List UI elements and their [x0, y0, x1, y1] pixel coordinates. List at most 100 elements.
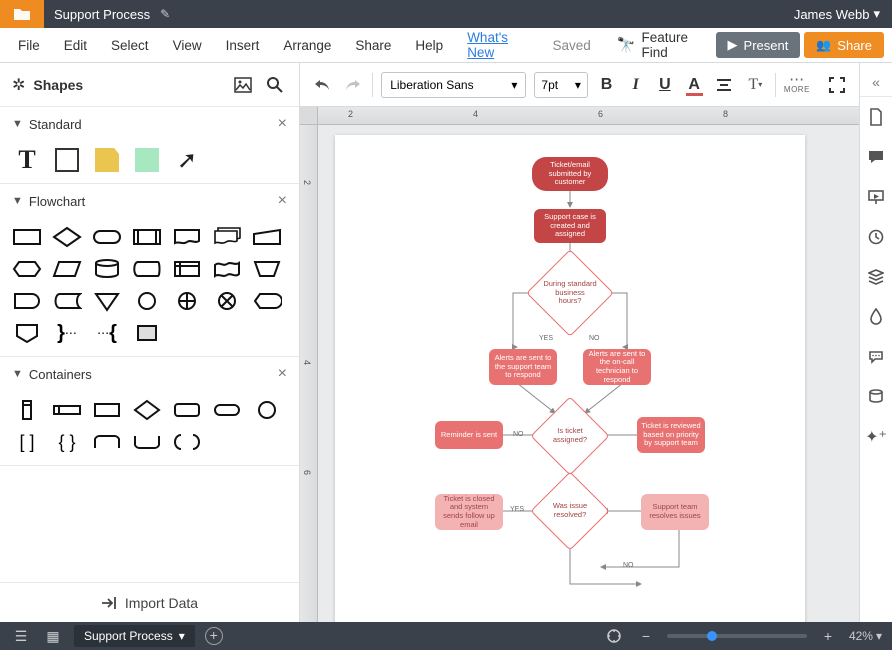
shape-predefined[interactable]: [132, 226, 162, 248]
shape-block[interactable]: [52, 149, 82, 171]
dock-comment-icon[interactable]: [860, 137, 892, 177]
shape-document[interactable]: [172, 226, 202, 248]
shape-container-rounded[interactable]: [172, 399, 202, 421]
outline-view-button[interactable]: ☰: [10, 628, 32, 645]
more-button[interactable]: ⋯MORE: [784, 75, 810, 94]
node-create-case[interactable]: Support case is created and assigned: [534, 209, 606, 243]
node-resolved[interactable]: Was issue resolved?: [542, 483, 598, 539]
menu-file[interactable]: File: [8, 35, 50, 56]
close-icon[interactable]: ×: [278, 115, 287, 133]
shape-brace-pair[interactable]: [ ]: [12, 431, 42, 453]
shape-container-pill[interactable]: [212, 399, 242, 421]
menu-view[interactable]: View: [163, 35, 212, 56]
shape-multidoc[interactable]: [212, 226, 242, 248]
italic-button[interactable]: I: [625, 76, 646, 94]
shape-pill-open-lr[interactable]: [172, 431, 202, 453]
shape-text[interactable]: T: [12, 149, 42, 171]
collapse-dock-button[interactable]: «: [860, 67, 892, 97]
shape-note-block[interactable]: [132, 322, 162, 344]
menu-help[interactable]: Help: [405, 35, 453, 56]
align-button[interactable]: [713, 73, 736, 97]
page[interactable]: Ticket/email submitted by customer Suppo…: [335, 135, 805, 622]
text-style-button[interactable]: T▾: [744, 73, 767, 97]
category-flowchart-header[interactable]: ▼ Flowchart ×: [0, 184, 299, 218]
redo-button[interactable]: [341, 73, 364, 97]
shape-hotspot[interactable]: [132, 149, 162, 171]
image-icon[interactable]: [231, 73, 255, 97]
gear-icon[interactable]: ✲: [12, 75, 25, 95]
user-menu[interactable]: James Webb▾: [782, 6, 892, 22]
document-title[interactable]: Support Process: [44, 7, 160, 22]
shape-preparation[interactable]: [12, 258, 42, 280]
dock-present-icon[interactable]: [860, 177, 892, 217]
shape-brace-right[interactable]: }⋯: [52, 322, 82, 344]
node-business-hours[interactable]: During standard business hours?: [539, 262, 601, 324]
menu-whats-new[interactable]: What's New: [457, 27, 538, 63]
shape-brace-left[interactable]: ⋯{: [92, 322, 122, 344]
shape-container-diamond[interactable]: [132, 399, 162, 421]
shape-delay[interactable]: [12, 290, 42, 312]
close-icon[interactable]: ×: [278, 365, 287, 383]
menu-select[interactable]: Select: [101, 35, 159, 56]
shape-merge[interactable]: [92, 290, 122, 312]
category-containers-header[interactable]: ▼ Containers ×: [0, 357, 299, 391]
category-standard-header[interactable]: ▼ Standard ×: [0, 107, 299, 141]
menu-edit[interactable]: Edit: [54, 35, 97, 56]
font-size-select[interactable]: 7pt▾: [534, 72, 588, 98]
dock-page-icon[interactable]: [860, 97, 892, 137]
folder-button[interactable]: [0, 0, 44, 28]
dock-data-icon[interactable]: [860, 377, 892, 417]
node-start[interactable]: Ticket/email submitted by customer: [532, 157, 608, 191]
close-icon[interactable]: ×: [278, 192, 287, 210]
add-page-button[interactable]: +: [205, 627, 223, 645]
shape-swimlane-h[interactable]: [52, 399, 82, 421]
node-close-ticket[interactable]: Ticket is closed and system sends follow…: [435, 494, 503, 530]
node-assigned[interactable]: Is ticket assigned?: [542, 408, 598, 464]
shape-pill-open-b[interactable]: [132, 431, 162, 453]
shape-pill-open-t[interactable]: [92, 431, 122, 453]
search-icon[interactable]: [263, 73, 287, 97]
undo-button[interactable]: [310, 73, 333, 97]
node-resolve-issues[interactable]: Support team resolves issues: [641, 494, 709, 530]
share-button[interactable]: 👥Share: [804, 32, 884, 58]
shape-offpage[interactable]: [12, 322, 42, 344]
shape-terminator[interactable]: [92, 226, 122, 248]
shape-manual-input[interactable]: [252, 226, 282, 248]
shape-manual-op[interactable]: [252, 258, 282, 280]
feature-find[interactable]: 🔭 Feature Find: [609, 27, 712, 63]
shape-or[interactable]: [172, 290, 202, 312]
pencil-icon[interactable]: ✎: [160, 7, 170, 21]
shape-swimlane-v[interactable]: [12, 399, 42, 421]
shape-container-circle[interactable]: [252, 399, 282, 421]
canvas[interactable]: 2 4 6 8 2 4 6: [300, 107, 859, 622]
dock-layers-icon[interactable]: [860, 257, 892, 297]
shape-decision[interactable]: [52, 226, 82, 248]
dock-history-icon[interactable]: [860, 217, 892, 257]
zoom-level[interactable]: 42%▾: [849, 629, 882, 643]
page-tab[interactable]: Support Process▾: [74, 625, 195, 647]
zoom-slider[interactable]: [667, 634, 807, 638]
bold-button[interactable]: B: [596, 76, 617, 94]
text-color-button[interactable]: A: [684, 76, 705, 94]
grid-view-button[interactable]: ▦: [42, 628, 64, 645]
shape-data[interactable]: [52, 258, 82, 280]
import-data-button[interactable]: Import Data: [0, 582, 299, 622]
shape-connector[interactable]: [132, 290, 162, 312]
node-alert-oncall[interactable]: Alerts are sent to the on-call technicia…: [583, 349, 651, 385]
font-family-select[interactable]: Liberation Sans▾: [381, 72, 526, 98]
shape-database[interactable]: [92, 258, 122, 280]
node-reminder[interactable]: Reminder is sent: [435, 421, 503, 449]
shape-direct-data[interactable]: [132, 258, 162, 280]
zoom-in-button[interactable]: +: [817, 628, 839, 644]
shape-note[interactable]: [92, 149, 122, 171]
shape-process[interactable]: [12, 226, 42, 248]
shape-display[interactable]: [252, 290, 282, 312]
zoom-target-button[interactable]: [603, 628, 625, 644]
menu-arrange[interactable]: Arrange: [273, 35, 341, 56]
shape-container-rect[interactable]: [92, 399, 122, 421]
shape-line[interactable]: ➚: [172, 149, 202, 171]
shape-sum[interactable]: [212, 290, 242, 312]
node-alert-team[interactable]: Alerts are sent to the support team to r…: [489, 349, 557, 385]
dock-paint-icon[interactable]: [860, 297, 892, 337]
menu-insert[interactable]: Insert: [216, 35, 270, 56]
